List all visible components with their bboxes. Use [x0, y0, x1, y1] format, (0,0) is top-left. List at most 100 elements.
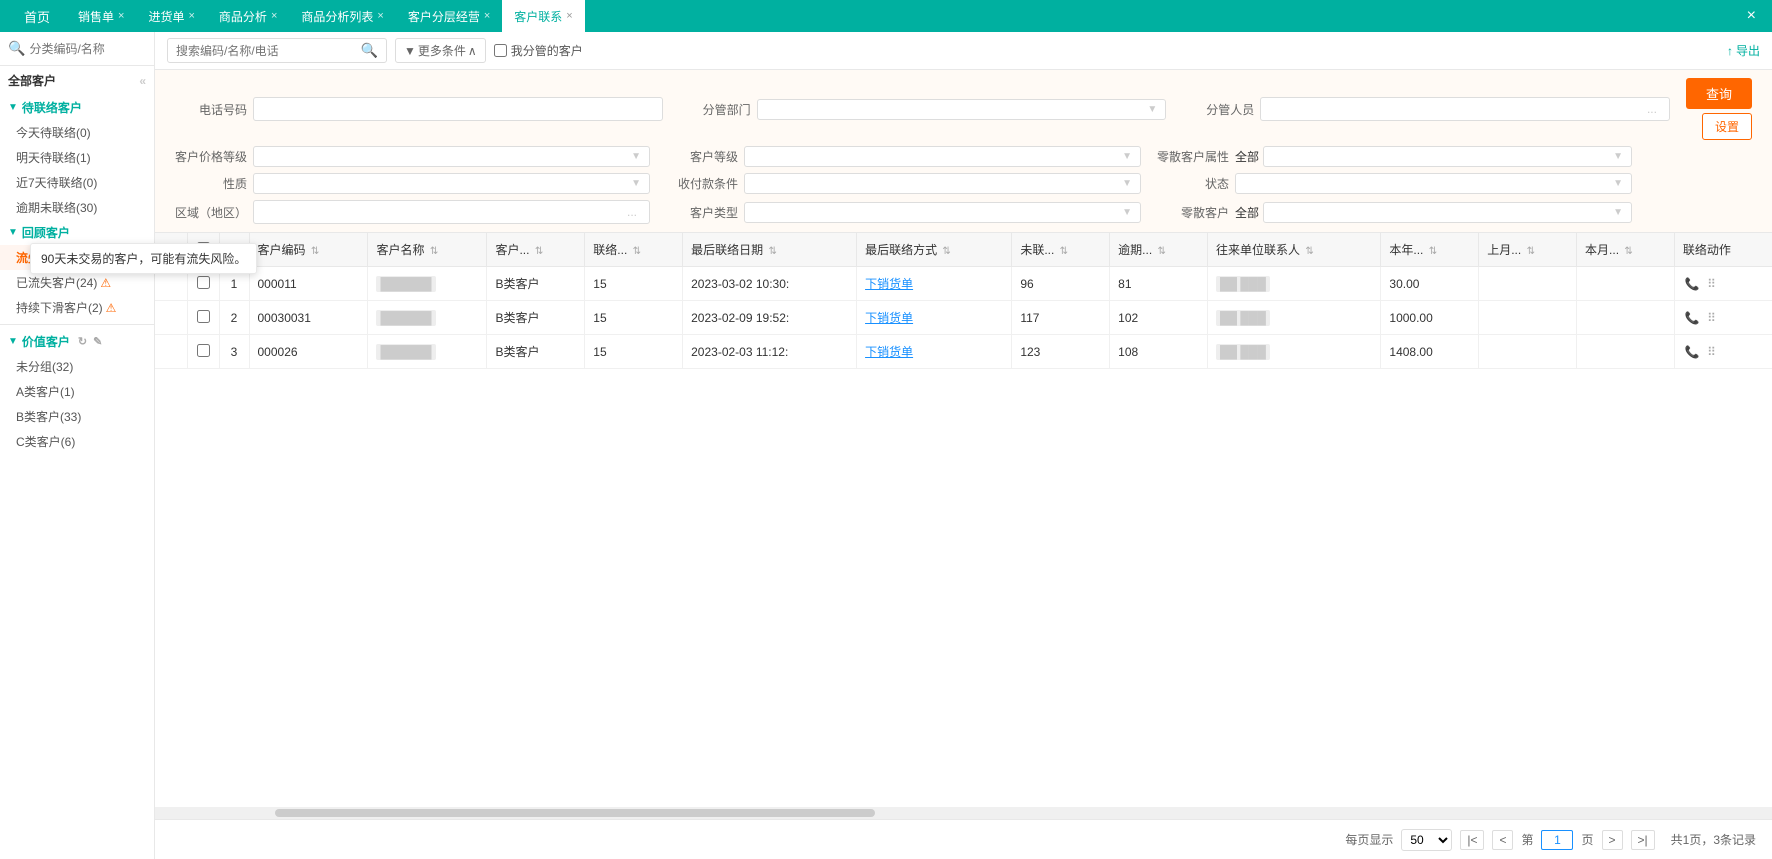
th-contacts[interactable]: 联络... ⇅	[585, 233, 683, 267]
th-overdue[interactable]: 逾期... ⇅	[1110, 233, 1208, 267]
sidebar-collapse-icon[interactable]: «	[139, 74, 146, 88]
row-overdue: 108	[1110, 335, 1208, 369]
row-select-checkbox[interactable]	[197, 310, 210, 323]
nav-customer-contact-close[interactable]: ×	[566, 10, 572, 22]
contact-method-link[interactable]: 下销货单	[865, 311, 913, 325]
sidebar-item-today[interactable]: 今天待联络(0)	[0, 120, 154, 145]
declining-icon: ⚠	[106, 301, 117, 315]
nav-goods-analysis-list[interactable]: 商品分析列表 ×	[289, 0, 395, 32]
filter-actions: 查询 设置	[1678, 78, 1760, 140]
action-more-icon[interactable]: ⠿	[1705, 277, 1718, 291]
export-btn[interactable]: ↑ 导出	[1727, 42, 1760, 59]
my-customers-label[interactable]: 我分管的客户	[494, 42, 583, 59]
row-select-checkbox[interactable]	[197, 344, 210, 357]
region-select[interactable]: ...	[253, 200, 650, 224]
search-input[interactable]	[176, 44, 361, 58]
row-contact-action[interactable]: 📞 ⠿	[1674, 301, 1772, 335]
nav-customer-segment[interactable]: 客户分层经营 ×	[396, 0, 502, 32]
th-this-year[interactable]: 本年... ⇅	[1381, 233, 1479, 267]
customer-price-select[interactable]: ▼	[253, 146, 650, 167]
sidebar-all-customers[interactable]: 全部客户 «	[0, 66, 154, 95]
nav-goods-analysis-close[interactable]: ×	[271, 10, 277, 22]
row-contact-action[interactable]: 📞 ⠿	[1674, 335, 1772, 369]
th-last-month[interactable]: 上月... ⇅	[1479, 233, 1577, 267]
sidebar-item-c-class[interactable]: C类客户(6)	[0, 429, 154, 454]
action-more-icon[interactable]: ⠿	[1705, 345, 1718, 359]
sidebar-group-value[interactable]: ▼ 价值客户 ↻ ✎	[0, 329, 154, 354]
row-last-contact-method[interactable]: 下销货单	[857, 301, 1012, 335]
nav-goods-analysis[interactable]: 商品分析 ×	[207, 0, 289, 32]
contact-method-link[interactable]: 下销货单	[865, 277, 913, 291]
zero-customer-attr-select[interactable]: ▼	[1263, 146, 1632, 167]
th-customer-code[interactable]: 客户编码 ⇅	[249, 233, 368, 267]
row-select-checkbox[interactable]	[197, 276, 210, 289]
gender-select[interactable]: ▼	[253, 173, 650, 194]
action-phone-icon[interactable]: 📞	[1683, 345, 1702, 359]
payment-select[interactable]: ▼	[744, 173, 1141, 194]
customer-type-select[interactable]: ▼	[744, 202, 1141, 223]
page-first-btn[interactable]: |<	[1460, 830, 1484, 850]
sidebar-group-pending[interactable]: ▼ 待联络客户	[0, 95, 154, 120]
row-contact-action[interactable]: 📞 ⠿	[1674, 267, 1772, 301]
sidebar-search-input[interactable]	[29, 42, 155, 56]
page-last-btn[interactable]: >|	[1631, 830, 1655, 850]
th-customer-type[interactable]: 客户... ⇅	[487, 233, 585, 267]
sidebar-item-ungroup[interactable]: 未分组(32)	[0, 354, 154, 379]
page-input[interactable]	[1541, 830, 1573, 850]
value-refresh-icon[interactable]: ↻	[78, 335, 87, 348]
staff-dots[interactable]: ...	[1643, 102, 1661, 116]
action-phone-icon[interactable]: 📞	[1683, 277, 1702, 291]
page-size-select[interactable]: 50 100	[1401, 829, 1452, 851]
sidebar-item-overdue[interactable]: 逾期未联络(30)	[0, 195, 154, 220]
value-edit-icon[interactable]: ✎	[93, 335, 102, 348]
sidebar-item-a-class[interactable]: A类客户(1)	[0, 379, 154, 404]
nav-purchase-close[interactable]: ×	[188, 10, 194, 22]
my-customers-checkbox[interactable]	[494, 44, 507, 57]
scroll-bar-thumb[interactable]	[275, 809, 875, 817]
settings-button[interactable]: 设置	[1702, 113, 1752, 140]
row-checkbox[interactable]	[187, 301, 219, 335]
staff-select[interactable]: ...	[1260, 97, 1670, 121]
nav-goods-analysis-list-close[interactable]: ×	[377, 10, 383, 22]
row-last-month	[1479, 335, 1577, 369]
page-next-btn[interactable]: >	[1602, 830, 1623, 850]
page-prev-btn[interactable]: <	[1492, 830, 1513, 850]
nav-customer-segment-close[interactable]: ×	[484, 10, 490, 22]
action-more-icon[interactable]: ⠿	[1705, 311, 1718, 325]
zero-customer-select[interactable]: ▼	[1263, 202, 1632, 223]
th-unit-contact[interactable]: 往来单位联系人 ⇅	[1207, 233, 1380, 267]
th-last-contact-date[interactable]: 最后联络日期 ⇅	[683, 233, 857, 267]
nav-sales-close[interactable]: ×	[118, 10, 124, 22]
sidebar-item-b-class[interactable]: B类客户(33)	[0, 404, 154, 429]
th-last-contact-method[interactable]: 最后联络方式 ⇅	[857, 233, 1012, 267]
sidebar-item-7days[interactable]: 近7天待联络(0)	[0, 170, 154, 195]
th-uncontacted[interactable]: 未联... ⇅	[1012, 233, 1110, 267]
nav-customer-contact[interactable]: 客户联系 ×	[502, 0, 584, 32]
search-button[interactable]: 🔍	[361, 42, 378, 59]
query-button[interactable]: 查询	[1686, 78, 1752, 109]
status-select[interactable]: ▼	[1235, 173, 1632, 194]
phone-input[interactable]	[253, 97, 663, 121]
sidebar-group-review[interactable]: ▼ 回顾客户	[0, 220, 154, 245]
contact-method-link[interactable]: 下销货单	[865, 345, 913, 359]
nav-sales[interactable]: 销售单 ×	[66, 0, 136, 32]
row-checkbox[interactable]	[187, 335, 219, 369]
action-phone-icon[interactable]: 📞	[1683, 311, 1702, 325]
sidebar-item-tomorrow[interactable]: 明天待联络(1)	[0, 145, 154, 170]
zero-attr-arrow: ▼	[1613, 151, 1623, 162]
more-conditions-btn[interactable]: ▼ 更多条件 ∧	[395, 38, 486, 63]
row-unit-contact: ██ ███	[1207, 335, 1380, 369]
close-all-btn[interactable]: ×	[1739, 7, 1764, 25]
sort-uncontacted-icon: ⇅	[1060, 246, 1068, 257]
region-dots[interactable]: ...	[623, 205, 641, 219]
row-last-contact-method[interactable]: 下销货单	[857, 267, 1012, 301]
customer-grade-select[interactable]: ▼	[744, 146, 1141, 167]
scroll-bar-area[interactable]	[155, 807, 1772, 819]
nav-purchase[interactable]: 进货单 ×	[136, 0, 206, 32]
nav-home[interactable]: 首页	[8, 0, 66, 32]
row-last-contact-method[interactable]: 下销货单	[857, 335, 1012, 369]
th-customer-name[interactable]: 客户名称 ⇅	[368, 233, 487, 267]
dept-select[interactable]: ▼	[757, 99, 1167, 120]
sidebar-item-declining[interactable]: 持续下滑客户(2) ⚠	[0, 295, 154, 320]
th-this-month[interactable]: 本月... ⇅	[1577, 233, 1675, 267]
